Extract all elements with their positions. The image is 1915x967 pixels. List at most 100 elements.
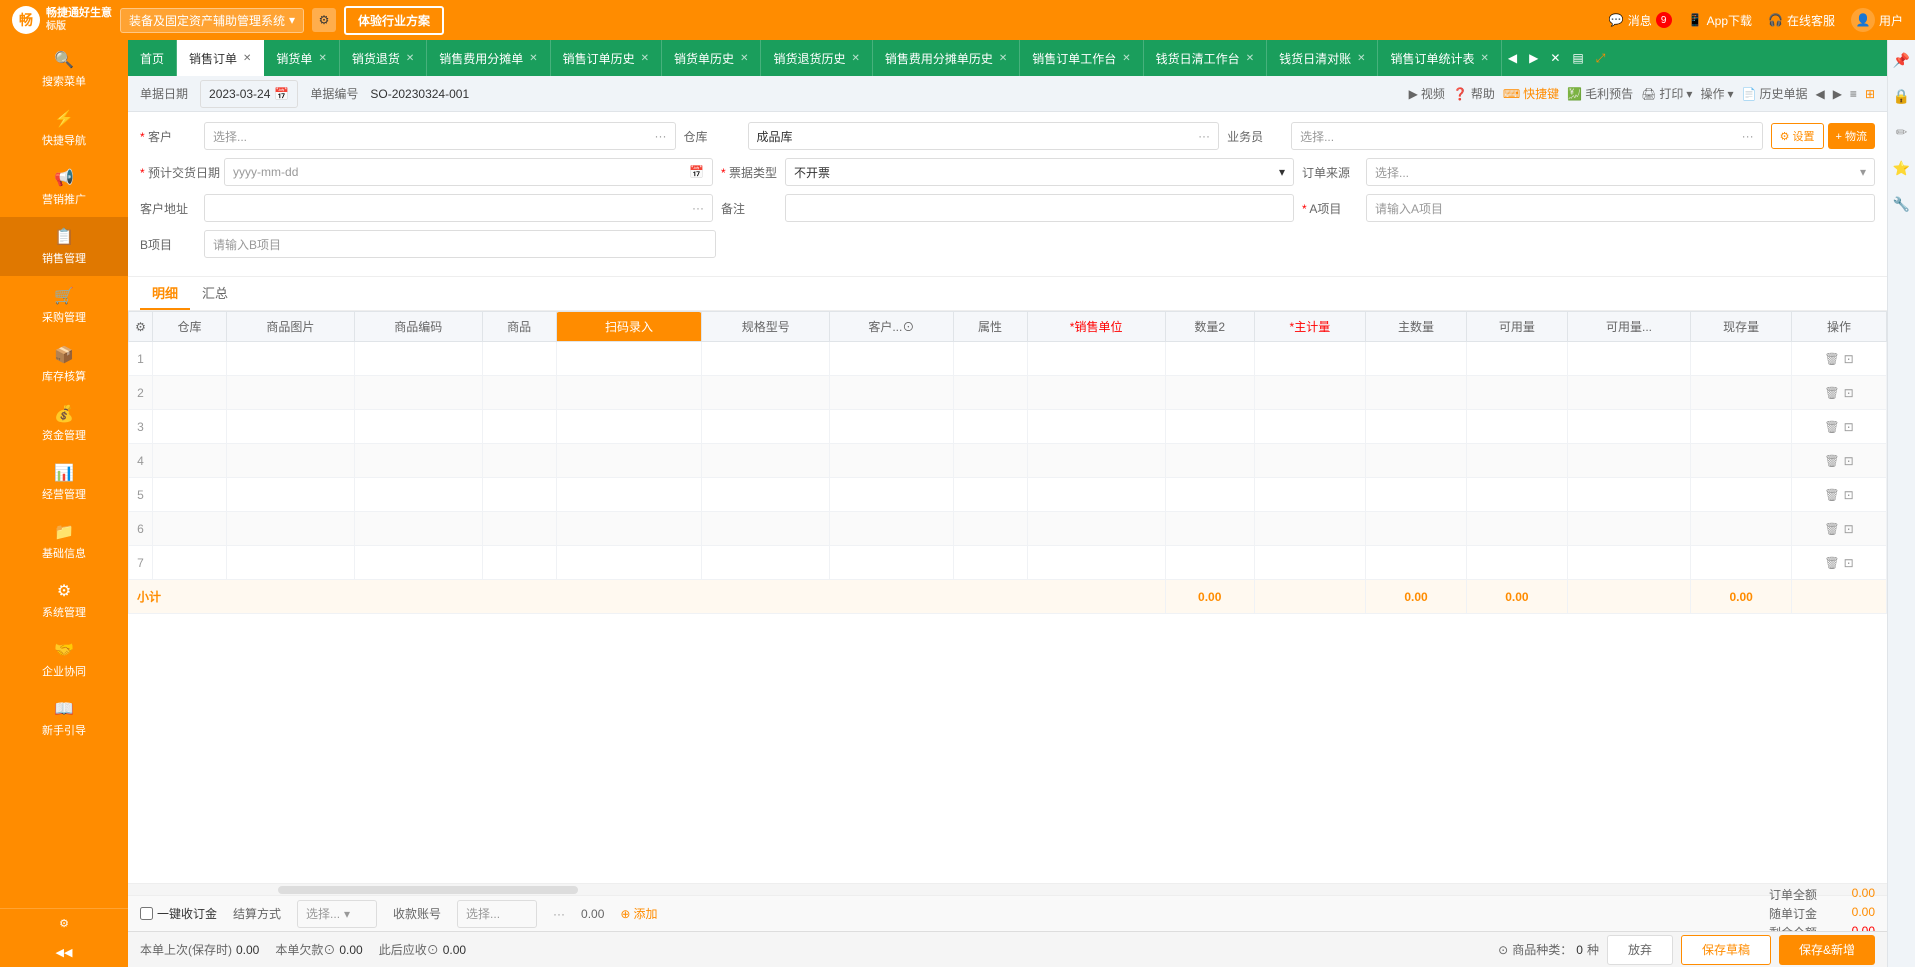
delete-row-3[interactable]: 🗑	[1822, 418, 1841, 436]
app-download-button[interactable]: 📱 App下载	[1688, 12, 1752, 29]
tabs-menu-button[interactable]: ▤	[1566, 40, 1589, 76]
sidebar-item-quicknav[interactable]: ⚡ 快捷导航	[0, 99, 128, 158]
delete-row-6[interactable]: 🗑	[1822, 520, 1841, 538]
delivery-date-input[interactable]: yyyy-mm-dd 📅	[224, 158, 713, 186]
delete-row-4[interactable]: 🗑	[1822, 452, 1841, 470]
qp-edit-icon[interactable]: ✏	[1890, 120, 1914, 144]
tab-close-daily-reconcile[interactable]: ✕	[1357, 53, 1365, 64]
order-source-select[interactable]: 选择... ▾	[1366, 158, 1875, 186]
delete-row-7[interactable]: 🗑	[1822, 554, 1841, 572]
tab-sales-expense[interactable]: 销售费用分摊单 ✕	[427, 40, 550, 76]
tab-close-sales-return[interactable]: ✕	[406, 53, 414, 64]
tab-bill-history[interactable]: 销货单历史 ✕	[662, 40, 761, 76]
prev-record-button[interactable]: ◀	[1815, 87, 1824, 101]
col-scan[interactable]: 扫码录入	[556, 312, 702, 342]
tab-sales-return[interactable]: 销货退货 ✕	[340, 40, 427, 76]
col-settings[interactable]: ⚙	[129, 312, 153, 342]
a-project-input[interactable]: 请输入A项目	[1366, 194, 1875, 222]
operation-button[interactable]: 操作 ▾	[1700, 85, 1733, 102]
copy-row-1[interactable]: ⊡	[1842, 350, 1856, 368]
b-project-input[interactable]: 请输入B项目	[204, 230, 716, 258]
sidebar-item-system[interactable]: ⚙ 系统管理	[0, 571, 128, 630]
print-button[interactable]: 🖨 打印 ▾	[1641, 85, 1692, 102]
salesperson-input[interactable]: 选择... ···	[1291, 122, 1763, 150]
tab-close-bill-history[interactable]: ✕	[740, 53, 748, 64]
tabs-close-button[interactable]: ✕	[1544, 40, 1566, 76]
remark-input[interactable]	[785, 194, 1294, 222]
delete-row-2[interactable]: 🗑	[1822, 384, 1841, 402]
sidebar-item-sales[interactable]: 📋 销售管理	[0, 217, 128, 276]
settings-icon[interactable]: ⚙	[312, 8, 336, 32]
system-name[interactable]: 装备及固定资产辅助管理系统 ▾	[120, 8, 304, 33]
tab-close-sales-stat[interactable]: ✕	[1481, 53, 1489, 64]
tabs-fullscreen-button[interactable]: ⤢	[1590, 40, 1612, 76]
tab-sales-workbench[interactable]: 销售订单工作台 ✕	[1020, 40, 1143, 76]
customer-more-btn[interactable]: ···	[655, 129, 667, 143]
help-button[interactable]: ❓ 帮助	[1453, 85, 1495, 102]
settings-button[interactable]: ⚙ 设置	[1771, 123, 1824, 149]
address-more-btn[interactable]: ···	[692, 201, 704, 215]
tabs-prev-button[interactable]: ◀	[1502, 40, 1523, 76]
tab-close-sales-workbench[interactable]: ✕	[1122, 53, 1130, 64]
sidebar-item-search[interactable]: 🔍 搜索菜单	[0, 40, 128, 99]
tab-home[interactable]: 首页	[128, 40, 177, 76]
warehouse-more-btn[interactable]: ···	[1198, 129, 1210, 143]
history-button[interactable]: 📄 历史单据	[1741, 85, 1807, 102]
salesperson-more-btn[interactable]: ···	[1742, 129, 1754, 143]
tab-sales-order[interactable]: 销售订单 ✕	[177, 40, 264, 76]
sidebar-item-finance[interactable]: 💰 资金管理	[0, 394, 128, 453]
delete-row-5[interactable]: 🗑	[1822, 486, 1841, 504]
tab-sales-bill[interactable]: 销货单 ✕	[264, 40, 339, 76]
copy-row-5[interactable]: ⊡	[1842, 486, 1856, 504]
account-select[interactable]: 选择...	[457, 900, 537, 928]
tab-close-expense-history[interactable]: ✕	[999, 53, 1007, 64]
invoice-type-select[interactable]: 不开票 ▾	[785, 158, 1294, 186]
tab-close-daily-workbench[interactable]: ✕	[1246, 53, 1254, 64]
one-click-checkbox[interactable]	[140, 907, 153, 920]
message-button[interactable]: 💬 消息 9	[1609, 12, 1672, 29]
form-view-button[interactable]: ⊞	[1865, 87, 1875, 101]
tab-close-return-history[interactable]: ✕	[851, 53, 859, 64]
sidebar-item-purchase[interactable]: 🛒 采购管理	[0, 276, 128, 335]
tab-detail[interactable]: 明细	[140, 277, 190, 310]
qp-tool-icon[interactable]: 🔧	[1890, 192, 1914, 216]
tab-summary[interactable]: 汇总	[190, 277, 240, 310]
copy-row-2[interactable]: ⊡	[1842, 384, 1856, 402]
sidebar-item-operations[interactable]: 📊 经营管理	[0, 453, 128, 512]
tabs-next-button[interactable]: ▶	[1523, 40, 1544, 76]
tab-daily-workbench[interactable]: 钱货日清工作台 ✕	[1144, 40, 1267, 76]
online-support-button[interactable]: 🎧 在线客服	[1768, 12, 1835, 29]
save-draft-button[interactable]: 保存草稿	[1681, 935, 1771, 965]
qp-star-icon[interactable]: ⭐	[1890, 156, 1914, 180]
tab-close-sales-history[interactable]: ✕	[641, 53, 649, 64]
tab-close-sales-order[interactable]: ✕	[243, 53, 251, 64]
view-button[interactable]: ▶ 视频	[1409, 85, 1445, 102]
tab-close-sales-expense[interactable]: ✕	[529, 53, 537, 64]
copy-row-7[interactable]: ⊡	[1842, 554, 1856, 572]
add-logistics-button[interactable]: + 物流	[1828, 123, 1875, 149]
sidebar-item-basic-info[interactable]: 📁 基础信息	[0, 512, 128, 571]
tab-expense-history[interactable]: 销售费用分摊单历史 ✕	[873, 40, 1020, 76]
tab-sales-stat[interactable]: 销售订单统计表 ✕	[1378, 40, 1501, 76]
payment-select[interactable]: 选择... ▾	[297, 900, 377, 928]
shortcut-button[interactable]: ⌨ 快捷键	[1503, 85, 1559, 102]
copy-row-3[interactable]: ⊡	[1842, 418, 1856, 436]
user-button[interactable]: 👤 用户	[1851, 8, 1903, 32]
warehouse-input[interactable]: 成品库 ···	[748, 122, 1220, 150]
sidebar-item-guide[interactable]: 📖 新手引导	[0, 689, 128, 748]
scroll-track[interactable]	[278, 886, 578, 894]
tab-return-history[interactable]: 销货退货历史 ✕	[761, 40, 872, 76]
tab-daily-reconcile[interactable]: 钱货日清对账 ✕	[1267, 40, 1378, 76]
customer-address-input[interactable]: ···	[204, 194, 713, 222]
add-account-button[interactable]: ⊕ 添加	[620, 905, 657, 922]
save-new-button[interactable]: 保存&新增	[1779, 935, 1875, 965]
qp-lock-icon[interactable]: 🔒	[1890, 84, 1914, 108]
customer-input[interactable]: 选择... ···	[204, 122, 676, 150]
abandon-button[interactable]: 放弃	[1607, 935, 1673, 965]
horizontal-scrollbar[interactable]	[128, 883, 1887, 895]
sidebar-item-inventory[interactable]: 📦 库存核算	[0, 335, 128, 394]
copy-row-6[interactable]: ⊡	[1842, 520, 1856, 538]
sidebar-settings-button[interactable]: ⚙	[0, 909, 128, 938]
next-record-button[interactable]: ▶	[1833, 87, 1842, 101]
qp-pin-icon[interactable]: 📌	[1890, 48, 1914, 72]
